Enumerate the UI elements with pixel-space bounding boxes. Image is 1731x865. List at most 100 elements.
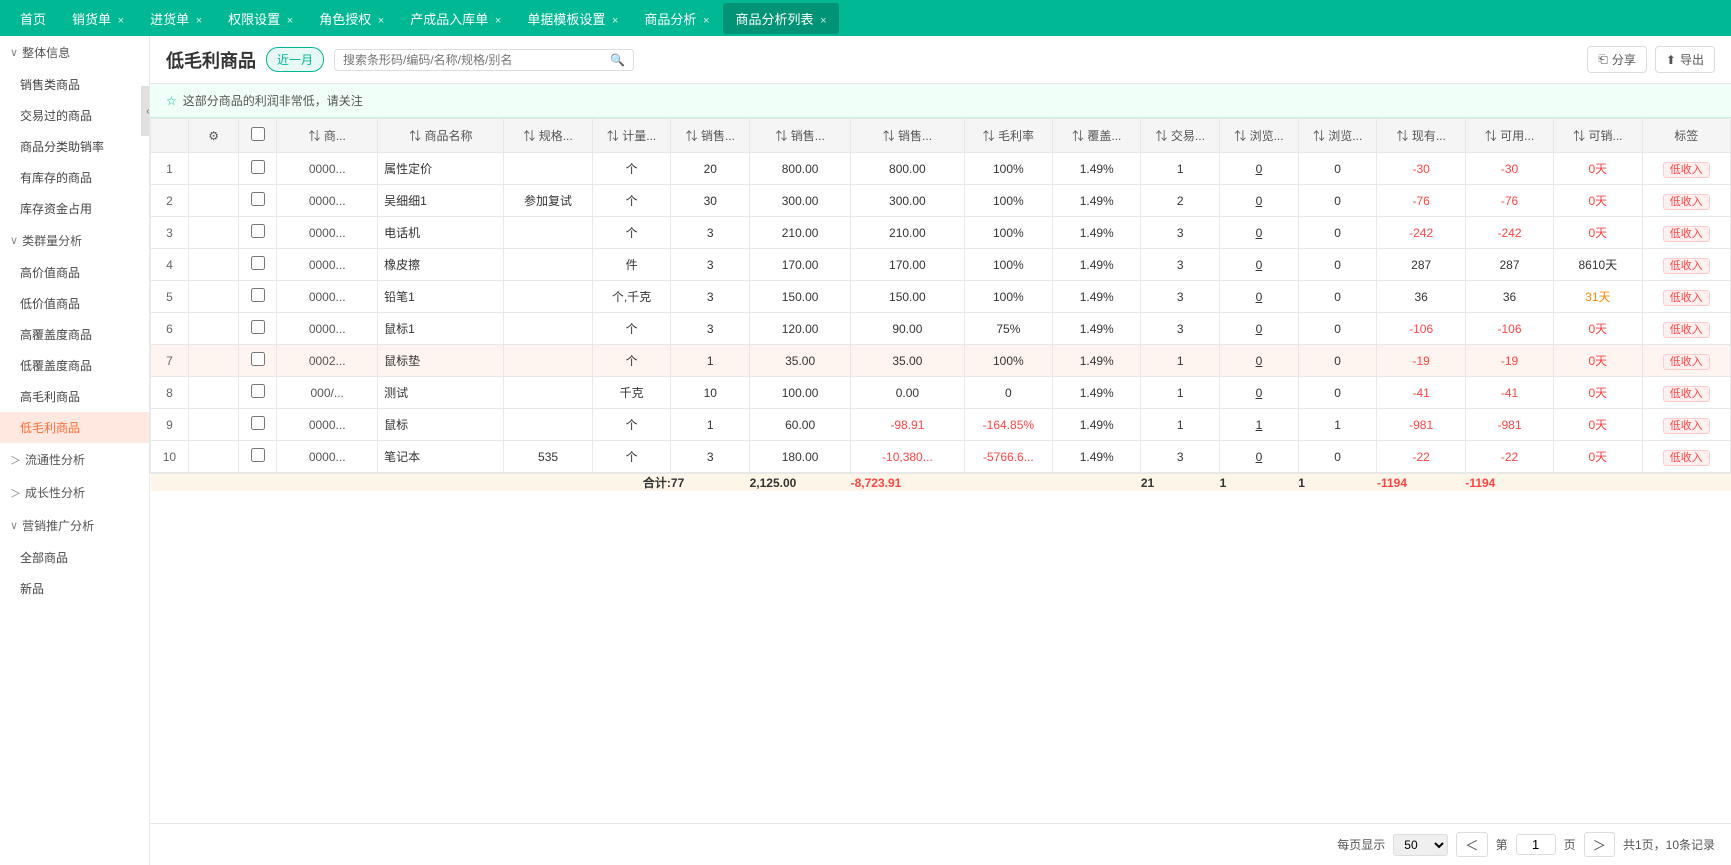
col-transactions-header[interactable]: ⇅ 交易... [1141,119,1220,153]
nav-template-close[interactable]: × [612,15,618,27]
settings-icon[interactable]: ⚙ [208,129,219,143]
row-checkbox-5[interactable] [251,320,265,334]
row-name: 测试 [378,377,504,409]
row-sales-price: 170.00 [750,249,851,281]
row-views1[interactable]: 0 [1220,313,1299,345]
row-sales-profit: -10,380... [851,441,965,474]
sidebar-item-low-value[interactable]: 低价值商品 [0,288,149,319]
col-views2-header[interactable]: ⇅ 浏览... [1298,119,1377,153]
col-available-header[interactable]: ⇅ 可用... [1465,119,1553,153]
col-code-header[interactable]: ⇅ 商... [277,119,378,153]
table-container[interactable]: ⚙ ⇅ 商... ⇅ 商品名称 ⇅ 规格... [150,118,1731,823]
total-records-label: 共1页，10条记录 [1623,836,1715,853]
row-views1[interactable]: 0 [1220,281,1299,313]
row-available: -41 [1465,377,1553,409]
row-code: 000/... [277,377,378,409]
select-all-checkbox[interactable] [251,127,265,141]
share-btn[interactable]: ⎗ 分享 [1587,46,1647,73]
row-checkbox-6[interactable] [251,352,265,366]
row-views1[interactable]: 0 [1220,377,1299,409]
col-views1-header[interactable]: ⇅ 浏览... [1220,119,1299,153]
row-checkbox-9[interactable] [251,448,265,462]
row-checkbox-4[interactable] [251,288,265,302]
row-unit: 个,千克 [592,281,671,313]
page-size-select[interactable]: 20 50 100 [1393,834,1448,856]
prev-page-btn[interactable]: ＜ [1456,832,1487,857]
sidebar-item-new-goods[interactable]: 新品 [0,573,149,604]
row-views1[interactable]: 0 [1220,217,1299,249]
sidebar-item-high-coverage[interactable]: 高覆盖度商品 [0,319,149,350]
sidebar-item-capital[interactable]: 库存资金占用 [0,193,149,224]
col-settings[interactable]: ⚙ [188,119,238,153]
nav-analysis-list-close[interactable]: × [820,15,826,27]
sidebar-item-sales-goods[interactable]: 销售类商品 [0,69,149,100]
row-checkbox-8[interactable] [251,416,265,430]
row-gross-rate: 100% [964,153,1052,185]
sidebar-group-marketing[interactable]: ∨ 营销推广分析 [0,509,149,542]
total-sales-count: 77 [671,473,750,491]
sidebar-item-high-value[interactable]: 高价值商品 [0,257,149,288]
row-transactions: 3 [1141,217,1220,249]
row-checkbox-2[interactable] [251,224,265,238]
col-coverage-header[interactable]: ⇅ 覆盖... [1053,119,1141,153]
arrow-overall: ∨ [10,46,18,59]
filter-recent-month-btn[interactable]: 近一月 [266,47,324,72]
row-views2: 0 [1298,441,1377,474]
row-views1[interactable]: 1 [1220,409,1299,441]
sidebar-item-high-margin[interactable]: 高毛利商品 [0,381,149,412]
row-views1[interactable]: 0 [1220,249,1299,281]
row-unit: 个 [592,153,671,185]
sidebar-group-growth[interactable]: ＞ 成长性分析 [0,476,149,509]
col-sales-count-header[interactable]: ⇅ 销售... [671,119,750,153]
row-views1[interactable]: 0 [1220,185,1299,217]
row-checkbox-0[interactable] [251,160,265,174]
sidebar-group-flow[interactable]: ＞ 流通性分析 [0,443,149,476]
export-btn[interactable]: ⬆ 导出 [1655,46,1715,73]
row-checkbox-7[interactable] [251,384,265,398]
sidebar-item-traded[interactable]: 交易过的商品 [0,100,149,131]
nav-analysis-list[interactable]: 商品分析列表 × [723,3,838,34]
row-stock: -106 [1377,313,1465,345]
col-spec-header[interactable]: ⇅ 规格... [504,119,592,153]
col-stock-header[interactable]: ⇅ 现有... [1377,119,1465,153]
row-views1[interactable]: 0 [1220,345,1299,377]
search-icon[interactable]: 🔍 [610,53,625,67]
nav-roles[interactable]: 角色授权 × [307,3,396,34]
nav-permissions[interactable]: 权限设置 × [216,3,305,34]
nav-sales[interactable]: 销货单 × [60,3,136,34]
col-name-header[interactable]: ⇅ 商品名称 [378,119,504,153]
nav-products-close[interactable]: × [495,15,501,27]
col-saleable-header[interactable]: ⇅ 可销... [1554,119,1642,153]
row-stock: -242 [1377,217,1465,249]
row-views1[interactable]: 0 [1220,441,1299,474]
nav-analysis[interactable]: 商品分析 × [632,3,721,34]
row-checkbox-3[interactable] [251,256,265,270]
sidebar-group-cluster[interactable]: ∨ 类群量分析 [0,224,149,257]
row-coverage: 1.49% [1053,377,1141,409]
sidebar-item-low-margin[interactable]: 低毛利商品 [0,412,149,443]
nav-template[interactable]: 单据模板设置 × [515,3,630,34]
nav-home[interactable]: 首页 [8,3,58,34]
sidebar-item-category-rate[interactable]: 商品分类助销率 [0,131,149,162]
row-views1[interactable]: 0 [1220,153,1299,185]
nav-roles-close[interactable]: × [378,15,384,27]
col-sales-price-header[interactable]: ⇅ 销售... [750,119,851,153]
nav-analysis-close[interactable]: × [703,15,709,27]
col-sales-profit-header[interactable]: ⇅ 销售... [851,119,965,153]
nav-purchase[interactable]: 进货单 × [138,3,214,34]
sidebar-group-overall[interactable]: ∨ 整体信息 [0,36,149,69]
nav-permissions-close[interactable]: × [287,15,293,27]
sidebar-item-in-stock[interactable]: 有库存的商品 [0,162,149,193]
nav-sales-close[interactable]: × [118,15,124,27]
sidebar-item-low-coverage[interactable]: 低覆盖度商品 [0,350,149,381]
search-input[interactable] [343,53,610,67]
col-unit-header[interactable]: ⇅ 计量... [592,119,671,153]
nav-purchase-close[interactable]: × [196,15,202,27]
page-number-input[interactable] [1516,834,1556,855]
col-gross-rate-header[interactable]: ⇅ 毛利率 [964,119,1052,153]
sidebar-item-all-goods[interactable]: 全部商品 [0,542,149,573]
row-checkbox-1[interactable] [251,192,265,206]
sidebar-collapse-btn[interactable]: « [141,86,150,136]
nav-products[interactable]: 产成品入库单 × [398,3,513,34]
next-page-btn[interactable]: ＞ [1584,832,1615,857]
